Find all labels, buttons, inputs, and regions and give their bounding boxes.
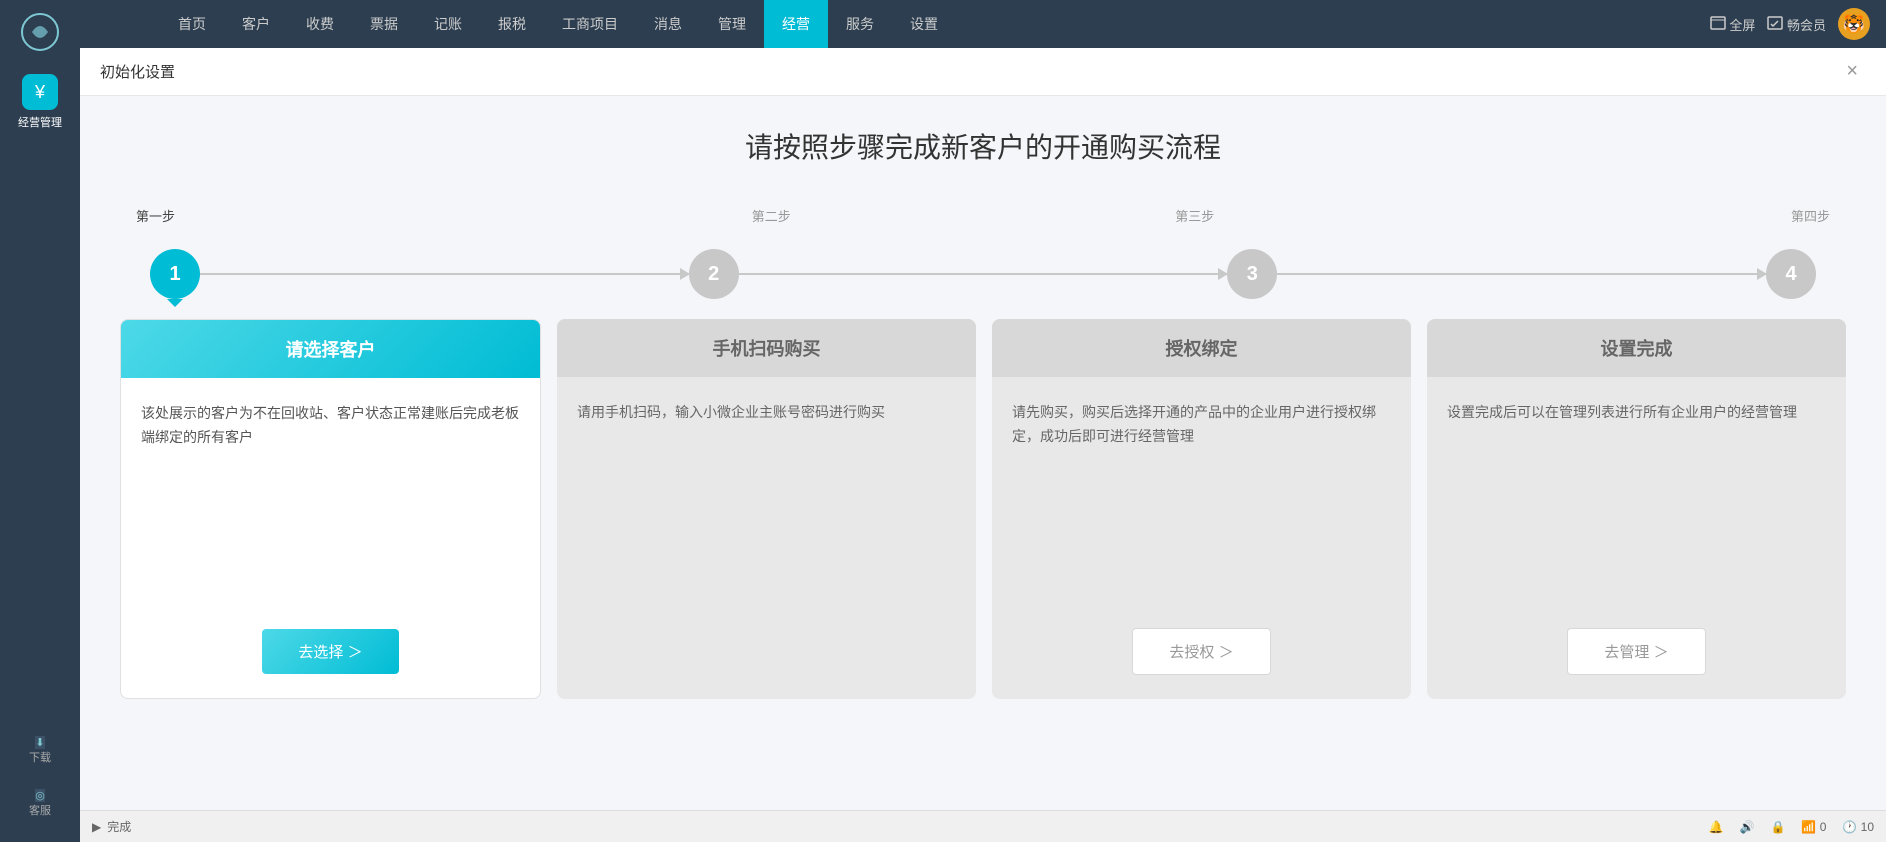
step3-card-body: 请先购买，购买后选择开通的产品中的企业用户进行授权绑定，成功后即可进行经营管理 [992, 377, 1411, 612]
line-2-3 [739, 273, 1228, 275]
nav-operation[interactable]: 经营 [764, 0, 828, 48]
nav-bill[interactable]: 票据 [352, 0, 416, 48]
step1-card-body: 该处展示的客户为不在回收站、客户状态正常建账后完成老板端绑定的所有客户 [121, 378, 540, 613]
step1-card: 请选择客户 该处展示的客户为不在回收站、客户状态正常建账后完成老板端绑定的所有客… [120, 319, 541, 699]
step1-card-header: 请选择客户 [121, 320, 540, 378]
support-icon: ◎ [35, 789, 45, 802]
progress-row: 1 2 3 [120, 249, 1846, 299]
sidebar-bottom: ⬇ 下载 ◎ 客服 [0, 728, 80, 842]
step2-card: 手机扫码购买 请用手机扫码，输入小微企业主账号密码进行购买 [557, 319, 976, 699]
management-icon: ¥ [22, 74, 58, 110]
page-title: 请按照步骤完成新客户的开通购买流程 [120, 126, 1846, 166]
step3-header: 第三步 [983, 206, 1407, 233]
step1-label: 第一步 [136, 206, 175, 225]
nav-bookkeeping[interactable]: 记账 [416, 0, 480, 48]
nav-tax[interactable]: 报税 [480, 0, 544, 48]
step4-action-btn[interactable]: 去管理 ＞ [1567, 628, 1705, 675]
step1-card-footer: 去选择 ＞ [121, 613, 540, 698]
play-icon: ▶ [92, 820, 101, 834]
nav-home[interactable]: 首页 [160, 0, 224, 48]
status-bar-right: 🔔 🔊 🔒 📶 0 🕐 10 [1709, 820, 1874, 834]
close-button[interactable]: × [1838, 56, 1866, 87]
status-time-icon: 🕐 10 [1842, 820, 1874, 834]
step4-circle: 4 [1766, 249, 1816, 299]
member-btn[interactable]: 畅会员 [1767, 15, 1826, 34]
step3-circle: 3 [1227, 249, 1277, 299]
sidebar-logo [16, 8, 64, 56]
step4-card: 设置完成 设置完成后可以在管理列表进行所有企业用户的经营管理 去管理 ＞ [1427, 319, 1846, 699]
step4-label: 第四步 [1791, 206, 1830, 225]
nav-settings[interactable]: 设置 [892, 0, 956, 48]
step2-card-footer [557, 659, 976, 699]
sidebar-item-management[interactable]: ¥ 经营管理 [0, 64, 80, 140]
line-1-2 [200, 273, 689, 275]
download-icon: ⬇ [35, 736, 44, 749]
nav-service[interactable]: 服务 [828, 0, 892, 48]
step2-label: 第二步 [752, 206, 791, 225]
step2-card-body: 请用手机扫码，输入小微企业主账号密码进行购买 [557, 377, 976, 659]
step4-card-footer: 去管理 ＞ [1427, 612, 1846, 699]
step1-pointer [167, 299, 183, 307]
status-bar: ▶ 完成 🔔 🔊 🔒 📶 0 🕐 10 [80, 810, 1886, 842]
status-lock-icon: 🔒 [1770, 820, 1785, 834]
status-volume-icon: 🔊 [1740, 820, 1755, 834]
steps-header: 第一步 第二步 第三步 第四步 [120, 206, 1846, 233]
step4-header: 第四步 [1407, 206, 1847, 233]
arrow-2-3 [1218, 268, 1228, 280]
step3-card: 授权绑定 请先购买，购买后选择开通的产品中的企业用户进行授权绑定，成功后即可进行… [992, 319, 1411, 699]
nav-message[interactable]: 消息 [636, 0, 700, 48]
nav-right: 全屏 畅会员 🐯 [1710, 8, 1886, 40]
status-network-icon: 📶 0 [1801, 820, 1826, 834]
cards-container: 请选择客户 该处展示的客户为不在回收站、客户状态正常建账后完成老板端绑定的所有客… [120, 319, 1846, 699]
sidebar: ¥ 经营管理 ⬇ 下载 ◎ 客服 [0, 0, 80, 842]
step4-card-body: 设置完成后可以在管理列表进行所有企业用户的经营管理 [1427, 377, 1846, 612]
step2-circle: 2 [689, 249, 739, 299]
nav-business[interactable]: 工商项目 [544, 0, 636, 48]
sidebar-support[interactable]: ◎ 客服 [0, 781, 80, 826]
main-content: 请按照步骤完成新客户的开通购买流程 第一步 第二步 第三步 第四步 1 [80, 96, 1886, 842]
step3-card-header: 授权绑定 [992, 319, 1411, 377]
arrow-1-2 [680, 268, 690, 280]
step3-action-btn[interactable]: 去授权 ＞ [1132, 628, 1270, 675]
sidebar-download[interactable]: ⬇ 下载 [0, 728, 80, 773]
step1-action-btn[interactable]: 去选择 ＞ [262, 629, 398, 674]
status-shield-icon: 🔔 [1709, 820, 1724, 834]
status-text: 完成 [107, 818, 131, 835]
step4-card-header: 设置完成 [1427, 319, 1846, 377]
step3-label: 第三步 [1175, 206, 1214, 225]
step1-header: 第一步 [120, 206, 560, 233]
fullscreen-btn[interactable]: 全屏 [1710, 15, 1756, 34]
download-label: 下载 [29, 749, 51, 765]
step1-circle: 1 [150, 249, 200, 299]
arrow-3-4 [1757, 268, 1767, 280]
step3-card-footer: 去授权 ＞ [992, 612, 1411, 699]
step2-header: 第二步 [560, 206, 984, 233]
top-nav: 首页 客户 收费 票据 记账 报税 工商项目 消息 管理 经营 服务 设置 全屏… [80, 0, 1886, 48]
main-area: 初始化设置 × 请按照步骤完成新客户的开通购买流程 第一步 第二步 第三步 第四… [80, 48, 1886, 842]
nav-client[interactable]: 客户 [224, 0, 288, 48]
breadcrumb-bar: 初始化设置 × [80, 48, 1886, 96]
step2-card-header: 手机扫码购买 [557, 319, 976, 377]
line-3-4 [1277, 273, 1766, 275]
nav-manage[interactable]: 管理 [700, 0, 764, 48]
sidebar-item-label: 经营管理 [18, 114, 62, 130]
user-avatar[interactable]: 🐯 [1838, 8, 1870, 40]
nav-fee[interactable]: 收费 [288, 0, 352, 48]
support-label: 客服 [29, 802, 51, 818]
breadcrumb-title: 初始化设置 [100, 61, 175, 82]
